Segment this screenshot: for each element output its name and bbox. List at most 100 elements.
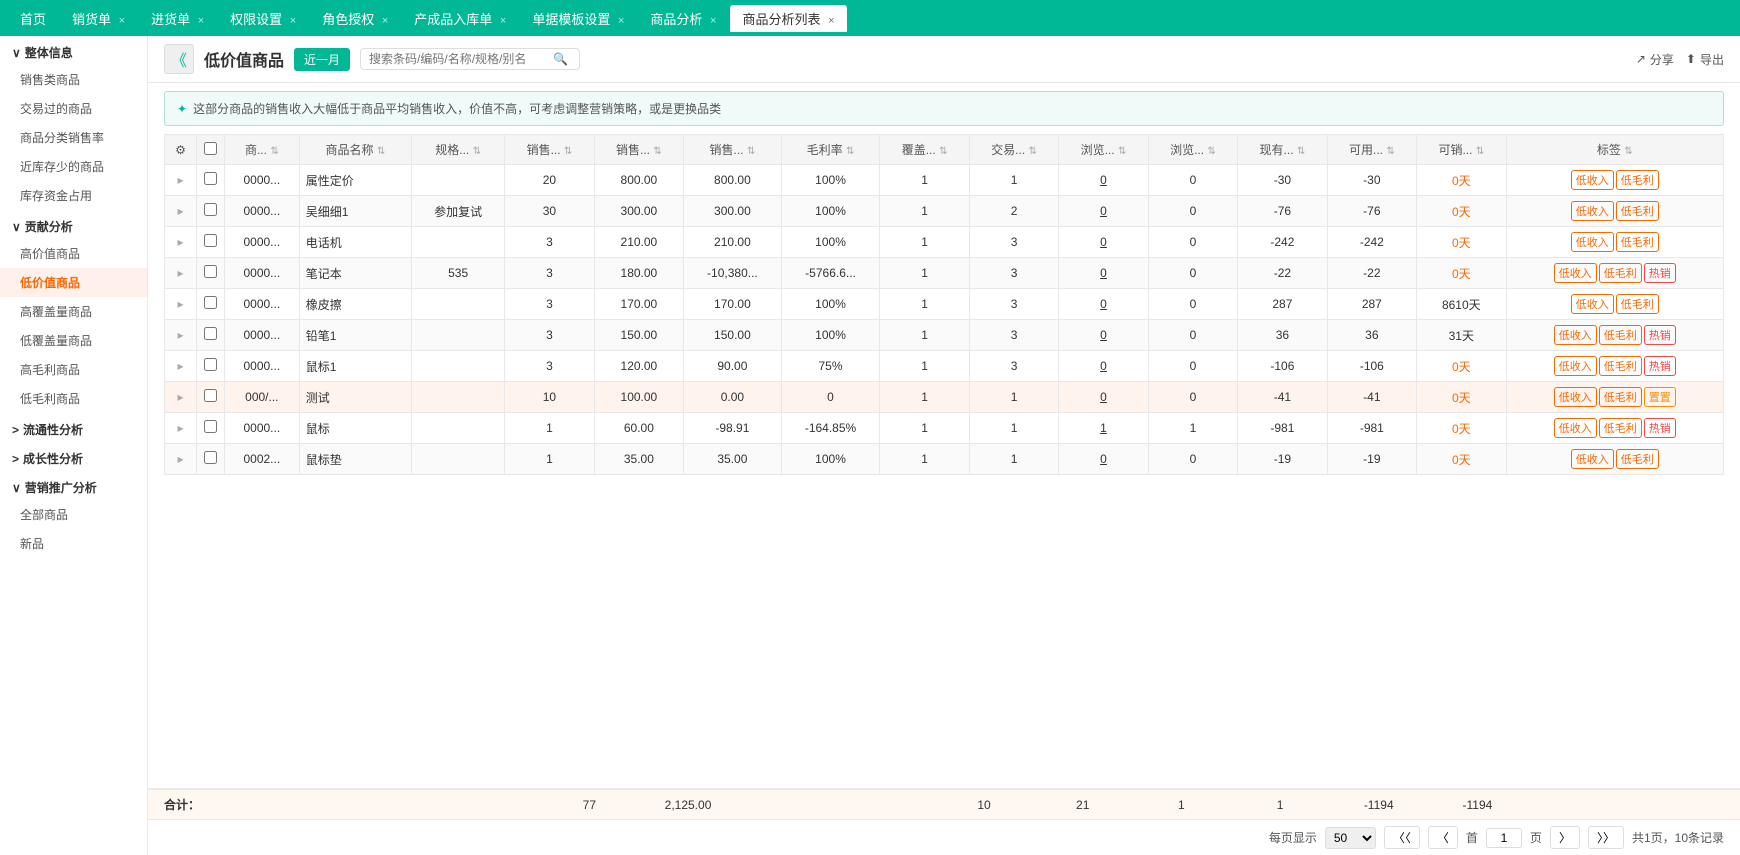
- row-checkbox[interactable]: [204, 296, 217, 309]
- search-icon[interactable]: 🔍: [553, 52, 568, 66]
- sidebar-item-high-value[interactable]: 高价值商品: [0, 239, 147, 268]
- row-checkbox-cell[interactable]: [197, 289, 225, 320]
- row-checkbox-cell[interactable]: [197, 444, 225, 475]
- row-views1[interactable]: 0: [1059, 289, 1148, 320]
- close-template[interactable]: ×: [618, 15, 624, 27]
- search-input[interactable]: [369, 52, 549, 66]
- sort-available-icon[interactable]: ⇅: [1386, 146, 1394, 157]
- sidebar-item-traded-products[interactable]: 交易过的商品: [0, 94, 147, 123]
- sidebar-item-low-margin[interactable]: 低毛利商品: [0, 384, 147, 413]
- views1-link[interactable]: 0: [1100, 359, 1107, 373]
- row-views1[interactable]: 0: [1059, 227, 1148, 258]
- row-checkbox[interactable]: [204, 327, 217, 340]
- sidebar-item-low-stock[interactable]: 近库存少的商品: [0, 152, 147, 181]
- row-views1[interactable]: 0: [1059, 444, 1148, 475]
- row-settings[interactable]: ▸: [165, 413, 197, 444]
- prev-page-button[interactable]: 〈: [1428, 826, 1458, 849]
- sort-qty-icon[interactable]: ⇅: [564, 146, 572, 157]
- sort-margin-icon[interactable]: ⇅: [846, 146, 854, 157]
- close-permission[interactable]: ×: [290, 15, 296, 27]
- period-button[interactable]: 近一月: [294, 48, 350, 71]
- per-page-select[interactable]: 50 100 200: [1325, 827, 1376, 849]
- row-settings[interactable]: ▸: [165, 444, 197, 475]
- views1-link[interactable]: 0: [1100, 390, 1107, 404]
- sidebar-section-overview[interactable]: ∨ 整体信息: [0, 36, 147, 65]
- sort-name-icon[interactable]: ⇅: [377, 146, 385, 157]
- views1-link[interactable]: 1: [1100, 421, 1107, 435]
- row-settings[interactable]: ▸: [165, 382, 197, 413]
- row-views1[interactable]: 1: [1059, 413, 1148, 444]
- views1-link[interactable]: 0: [1100, 297, 1107, 311]
- sidebar-item-stock-capital[interactable]: 库存资金占用: [0, 181, 147, 210]
- nav-home[interactable]: 首页: [8, 5, 58, 32]
- sidebar-item-sales-products[interactable]: 销售类商品: [0, 65, 147, 94]
- nav-product-analysis-list[interactable]: 商品分析列表 ×: [730, 5, 846, 32]
- sort-coverage-icon[interactable]: ⇅: [939, 146, 947, 157]
- row-checkbox[interactable]: [204, 389, 217, 402]
- nav-purchase-order[interactable]: 进货单 ×: [139, 5, 216, 32]
- sidebar-item-new-products[interactable]: 新品: [0, 529, 147, 558]
- views1-link[interactable]: 0: [1100, 328, 1107, 342]
- row-checkbox[interactable]: [204, 420, 217, 433]
- row-checkbox-cell[interactable]: [197, 320, 225, 351]
- views1-link[interactable]: 0: [1100, 266, 1107, 280]
- row-settings[interactable]: ▸: [165, 320, 197, 351]
- next-page-button[interactable]: 〉: [1550, 826, 1580, 849]
- sort-tags-icon[interactable]: ⇅: [1624, 146, 1632, 157]
- row-checkbox-cell[interactable]: [197, 413, 225, 444]
- row-checkbox-cell[interactable]: [197, 227, 225, 258]
- sort-trade-icon[interactable]: ⇅: [1029, 146, 1037, 157]
- nav-role-auth[interactable]: 角色授权 ×: [310, 5, 400, 32]
- nav-sales-order[interactable]: 销货单 ×: [60, 5, 137, 32]
- row-checkbox[interactable]: [204, 451, 217, 464]
- row-views1[interactable]: 0: [1059, 351, 1148, 382]
- sidebar-collapse-button[interactable]: 《: [164, 44, 194, 74]
- row-checkbox-cell[interactable]: [197, 382, 225, 413]
- sort-code-icon[interactable]: ⇅: [270, 146, 278, 157]
- views1-link[interactable]: 0: [1100, 204, 1107, 218]
- sidebar-section-contribution[interactable]: ∨ 贡献分析: [0, 210, 147, 239]
- views1-link[interactable]: 0: [1100, 452, 1107, 466]
- export-button[interactable]: ⬆ 导出: [1686, 51, 1724, 68]
- sort-cost-icon[interactable]: ⇅: [747, 146, 755, 157]
- row-views1[interactable]: 0: [1059, 320, 1148, 351]
- row-views1[interactable]: 0: [1059, 382, 1148, 413]
- sidebar-item-category-sales-rate[interactable]: 商品分类销售率: [0, 123, 147, 152]
- sidebar-item-low-coverage[interactable]: 低覆盖量商品: [0, 326, 147, 355]
- row-checkbox-cell[interactable]: [197, 196, 225, 227]
- close-product-analysis[interactable]: ×: [710, 15, 716, 27]
- sort-current-icon[interactable]: ⇅: [1297, 146, 1305, 157]
- sidebar-item-high-margin[interactable]: 高毛利商品: [0, 355, 147, 384]
- close-purchase-order[interactable]: ×: [198, 15, 204, 27]
- sort-spec-icon[interactable]: ⇅: [473, 146, 481, 157]
- row-checkbox[interactable]: [204, 234, 217, 247]
- views1-link[interactable]: 0: [1100, 235, 1107, 249]
- sidebar-item-low-value[interactable]: 低价值商品: [0, 268, 147, 297]
- sort-amt-icon[interactable]: ⇅: [653, 146, 661, 157]
- sidebar-item-all-products[interactable]: 全部商品: [0, 500, 147, 529]
- row-checkbox[interactable]: [204, 358, 217, 371]
- row-checkbox-cell[interactable]: [197, 351, 225, 382]
- row-settings[interactable]: ▸: [165, 196, 197, 227]
- sidebar-section-growth[interactable]: > 成长性分析: [0, 442, 147, 471]
- share-button[interactable]: ↗ 分享: [1636, 51, 1674, 68]
- row-settings[interactable]: ▸: [165, 165, 197, 196]
- last-page-button[interactable]: 〉〉: [1588, 826, 1624, 849]
- row-settings[interactable]: ▸: [165, 289, 197, 320]
- page-input[interactable]: [1486, 828, 1522, 848]
- row-views1[interactable]: 0: [1059, 196, 1148, 227]
- row-checkbox-cell[interactable]: [197, 165, 225, 196]
- close-sales-order[interactable]: ×: [119, 15, 125, 27]
- nav-product-entry[interactable]: 产成品入库单 ×: [402, 5, 518, 32]
- sort-saleable-icon[interactable]: ⇅: [1476, 146, 1484, 157]
- row-views1[interactable]: 0: [1059, 165, 1148, 196]
- row-checkbox-cell[interactable]: [197, 258, 225, 289]
- sort-views1-icon[interactable]: ⇅: [1118, 146, 1126, 157]
- close-role-auth[interactable]: ×: [382, 15, 388, 27]
- nav-permission-settings[interactable]: 权限设置 ×: [218, 5, 308, 32]
- nav-product-analysis[interactable]: 商品分析 ×: [638, 5, 728, 32]
- views1-link[interactable]: 0: [1100, 173, 1107, 187]
- nav-template-settings[interactable]: 单据模板设置 ×: [520, 5, 636, 32]
- sidebar-section-marketing[interactable]: ∨ 营销推广分析: [0, 471, 147, 500]
- sidebar-item-high-coverage[interactable]: 高覆盖量商品: [0, 297, 147, 326]
